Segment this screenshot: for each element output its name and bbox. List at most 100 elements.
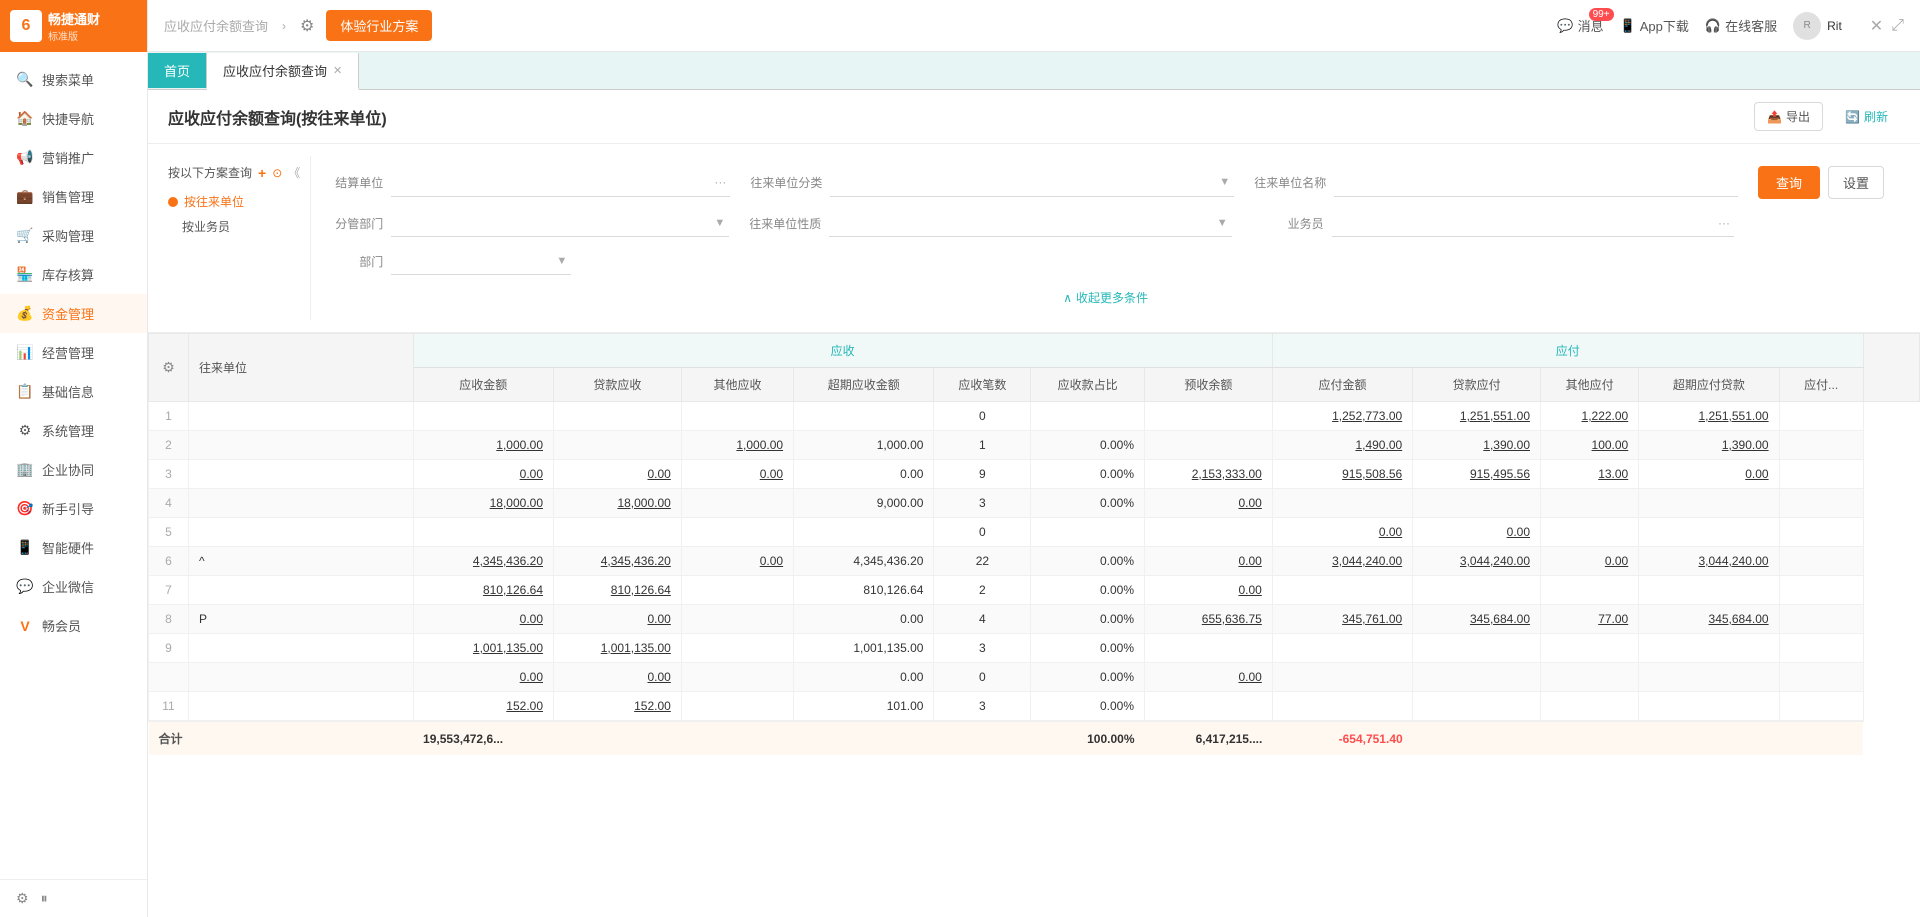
sidebar-item-search-menu[interactable]: 🔍 搜索菜单 — [0, 60, 147, 99]
query-button[interactable]: 查询 — [1758, 166, 1820, 199]
table-cell[interactable] — [1272, 489, 1412, 518]
sidebar-item-marketing[interactable]: 📢 营销推广 — [0, 138, 147, 177]
try-solution-button[interactable]: 体验行业方案 — [326, 10, 432, 41]
table-cell[interactable]: 1,001,135.00 — [413, 634, 553, 663]
table-cell[interactable]: 915,508.56 — [1272, 460, 1412, 489]
table-cell[interactable] — [1639, 576, 1779, 605]
table-cell[interactable]: 345,761.00 — [1272, 605, 1412, 634]
table-cell[interactable] — [681, 576, 793, 605]
settings-gear-icon[interactable]: ⚙ — [300, 16, 314, 36]
app-download-button[interactable]: 📱 App下载 — [1620, 16, 1689, 35]
collapse-scheme-icon[interactable]: 《 — [288, 164, 300, 181]
table-cell[interactable] — [1639, 489, 1779, 518]
table-cell[interactable]: 0.00 — [413, 460, 553, 489]
dept-managed-select[interactable]: ▼ — [391, 209, 729, 237]
table-cell[interactable]: 152.00 — [413, 692, 553, 722]
unit-name-input[interactable] — [1334, 169, 1738, 197]
table-cell[interactable]: 0.00 — [1639, 460, 1779, 489]
scheme-by-unit[interactable]: 按往来单位 — [168, 189, 310, 214]
sidebar-item-quick-nav[interactable]: 🏠 快捷导航 — [0, 99, 147, 138]
table-cell[interactable] — [1541, 576, 1639, 605]
table-cell[interactable] — [1272, 576, 1412, 605]
table-cell[interactable]: 18,000.00 — [554, 489, 682, 518]
table-cell[interactable]: 0.00 — [554, 663, 682, 692]
tab-close-icon[interactable]: ✕ — [333, 64, 342, 77]
table-cell[interactable]: 345,684.00 — [1639, 605, 1779, 634]
table-cell[interactable]: 0.00 — [413, 663, 553, 692]
table-cell[interactable]: 1,390.00 — [1413, 431, 1541, 460]
table-cell[interactable]: 0.00 — [1145, 489, 1273, 518]
sidebar-item-base-info[interactable]: 📋 基础信息 — [0, 372, 147, 411]
refresh-button[interactable]: 🔄 刷新 — [1833, 103, 1900, 130]
table-cell[interactable]: 0.00 — [681, 547, 793, 576]
table-cell[interactable] — [1413, 576, 1541, 605]
table-cell[interactable]: 1,001,135.00 — [554, 634, 682, 663]
table-cell[interactable] — [1541, 634, 1639, 663]
table-cell[interactable]: 1,490.00 — [1272, 431, 1412, 460]
table-cell[interactable] — [1639, 692, 1779, 722]
sidebar-item-member[interactable]: V 畅会员 — [0, 606, 147, 645]
table-cell[interactable] — [1413, 489, 1541, 518]
scheme-options-icon[interactable]: ⊙ — [272, 166, 282, 180]
table-cell[interactable]: 0.00 — [1272, 518, 1412, 547]
table-cell[interactable] — [1541, 518, 1639, 547]
table-cell[interactable]: 0.00 — [554, 460, 682, 489]
table-cell[interactable] — [1639, 518, 1779, 547]
sidebar-item-operations[interactable]: 📊 经营管理 — [0, 333, 147, 372]
table-cell[interactable] — [681, 692, 793, 722]
collapse-more-btn[interactable]: ∧ 收起更多条件 — [1055, 285, 1156, 310]
table-cell[interactable] — [554, 402, 682, 431]
sidebar-item-wechat[interactable]: 💬 企业微信 — [0, 567, 147, 606]
table-cell[interactable] — [554, 518, 682, 547]
table-cell[interactable]: 4,345,436.20 — [413, 547, 553, 576]
sidebar-item-hardware[interactable]: 📱 智能硬件 — [0, 528, 147, 567]
table-cell[interactable] — [1639, 663, 1779, 692]
export-button[interactable]: 📤 导出 — [1754, 102, 1823, 131]
add-scheme-icon[interactable]: + — [258, 165, 266, 181]
table-cell[interactable]: 655,636.75 — [1145, 605, 1273, 634]
table-cell[interactable] — [1413, 692, 1541, 722]
table-cell[interactable] — [681, 489, 793, 518]
table-settings-icon[interactable]: ⚙ — [162, 359, 175, 375]
online-service-button[interactable]: 🎧 在线客服 — [1705, 16, 1777, 35]
settings-icon[interactable]: ⚙ — [16, 890, 29, 907]
table-cell[interactable]: 77.00 — [1541, 605, 1639, 634]
sidebar-item-finance[interactable]: 💰 资金管理 — [0, 294, 147, 333]
table-cell[interactable]: 13.00 — [1541, 460, 1639, 489]
sidebar-item-corp[interactable]: 🏢 企业协同 — [0, 450, 147, 489]
table-cell[interactable] — [1541, 692, 1639, 722]
table-cell[interactable]: 2,153,333.00 — [1145, 460, 1273, 489]
table-cell[interactable] — [1272, 634, 1412, 663]
table-cell[interactable]: 152.00 — [554, 692, 682, 722]
table-cell[interactable]: 0.00 — [1541, 547, 1639, 576]
table-cell[interactable] — [681, 663, 793, 692]
table-cell[interactable]: 1,390.00 — [1639, 431, 1779, 460]
table-cell[interactable] — [554, 431, 682, 460]
tab-home[interactable]: 首页 — [148, 53, 207, 88]
table-cell[interactable] — [1145, 518, 1273, 547]
table-cell[interactable]: 0.00 — [554, 605, 682, 634]
table-cell[interactable]: 3,044,240.00 — [1639, 547, 1779, 576]
table-cell[interactable] — [413, 402, 553, 431]
table-cell[interactable] — [1541, 663, 1639, 692]
table-cell[interactable]: 345,684.00 — [1413, 605, 1541, 634]
sidebar-item-system[interactable]: ⚙ 系统管理 — [0, 411, 147, 450]
collapse-icon[interactable]: ⏸ — [41, 890, 48, 907]
table-cell[interactable] — [1272, 692, 1412, 722]
table-cell[interactable]: 0.00 — [1145, 663, 1273, 692]
sidebar-item-newbie[interactable]: 🎯 新手引导 — [0, 489, 147, 528]
table-cell[interactable]: 1,252,773.00 — [1272, 402, 1412, 431]
table-cell[interactable] — [681, 605, 793, 634]
table-cell[interactable]: 1,251,551.00 — [1639, 402, 1779, 431]
table-cell[interactable]: 1,222.00 — [1541, 402, 1639, 431]
table-cell[interactable]: 915,495.56 — [1413, 460, 1541, 489]
table-cell[interactable] — [1413, 634, 1541, 663]
table-cell[interactable]: 0.00 — [413, 605, 553, 634]
table-cell[interactable] — [1413, 663, 1541, 692]
message-button[interactable]: 💬 消息 99+ — [1557, 16, 1603, 35]
table-cell[interactable]: 0.00 — [1413, 518, 1541, 547]
department-select[interactable]: ▼ — [391, 247, 571, 275]
table-cell[interactable]: 1,000.00 — [681, 431, 793, 460]
sidebar-item-sales[interactable]: 💼 销售管理 — [0, 177, 147, 216]
sidebar-item-purchase[interactable]: 🛒 采购管理 — [0, 216, 147, 255]
